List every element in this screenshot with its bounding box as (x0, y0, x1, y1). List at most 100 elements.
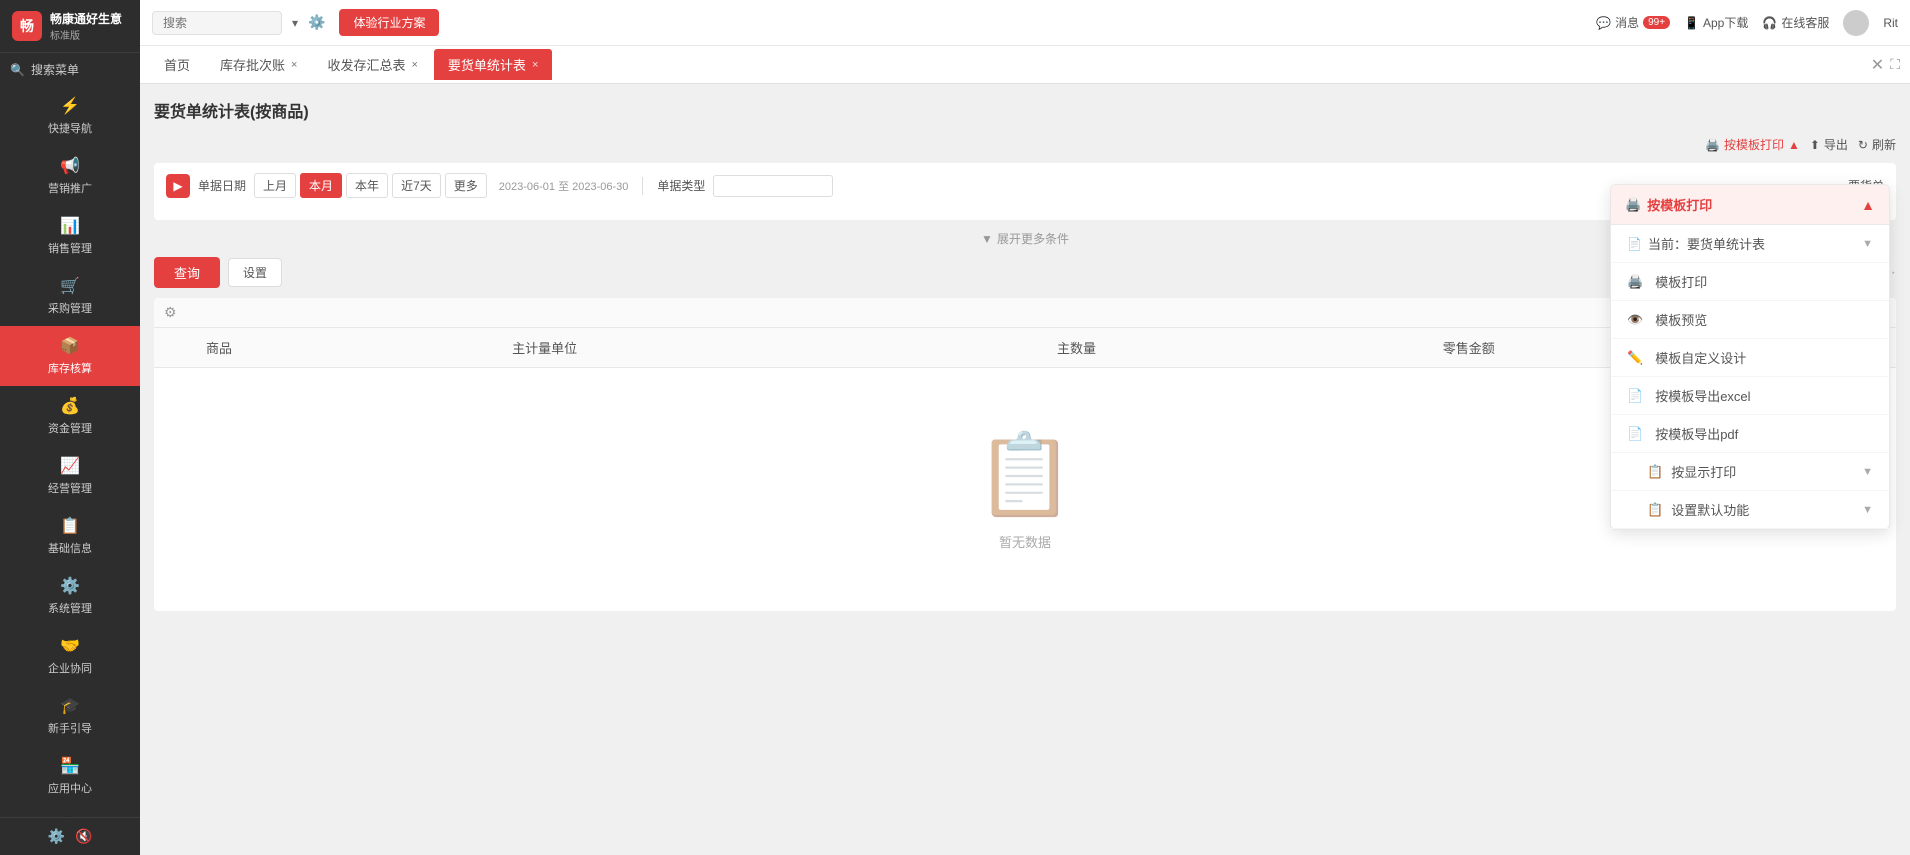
dropdown-current-item[interactable]: 📄 当前：要货单统计表 ▼ (1611, 225, 1889, 263)
appstore-icon: 🏪 (60, 756, 80, 776)
dropdown-subitem-inner: 📋 设置默认功能 (1647, 500, 1749, 519)
app-download-icon: 📱 (1684, 16, 1699, 30)
dropdown-item-label: 模板预览 (1655, 310, 1707, 329)
purchase-icon: 🛒 (60, 276, 80, 296)
date-btn-更多[interactable]: 更多 (445, 173, 487, 198)
settings-icon[interactable]: ⚙️ (48, 828, 65, 845)
topbar-dropdown-arrow[interactable]: ▾ (292, 16, 298, 30)
date-buttons-group: 上月本月本年近7天更多 (254, 173, 487, 198)
table-column-settings-icon[interactable]: ⚙ (164, 304, 177, 321)
app-logo-icon: 畅 (12, 11, 42, 41)
query-btn[interactable]: 查询 (154, 257, 220, 288)
refresh-btn[interactable]: ↻ 刷新 (1858, 136, 1896, 153)
tabs-bar: 首页库存批次账×收发存汇总表× 要货单统计表 × ✕ ⛶ (140, 46, 1910, 84)
sidebar-item-wechat[interactable]: 💬 企业微信 (0, 806, 140, 817)
sidebar-item-sales[interactable]: 📊 销售管理 (0, 206, 140, 266)
subitem-icon: 📋 (1647, 464, 1663, 480)
filter-expand-btn[interactable]: ▶ (166, 174, 190, 198)
tab-首页[interactable]: 首页 (150, 49, 204, 80)
date-btn-近7天[interactable]: 近7天 (392, 173, 441, 198)
dropdown-item-label: 模板打印 (1655, 272, 1707, 291)
sidebar-item-shortcut[interactable]: ⚡ 快捷导航 (0, 86, 140, 146)
sidebar-item-guide[interactable]: 🎓 新手引导 (0, 686, 140, 746)
dropdown-subitem-按显示打印[interactable]: 📋 按显示打印 ▼ (1611, 453, 1889, 491)
headset-icon: 🎧 (1762, 16, 1777, 30)
dropdown-item-按模板导出pdf[interactable]: 📄 按模板导出pdf (1611, 415, 1889, 453)
topbar-gear-icon[interactable]: ⚙️ (308, 14, 325, 31)
date-btn-上月[interactable]: 上月 (254, 173, 296, 198)
sidebar-item-label-collab: 企业协同 (48, 660, 92, 676)
content-area: 要货单统计表(按商品) 🖨️ 按模板打印 ▲ ⬆ 导出 ↻ 刷新 (140, 84, 1910, 855)
date-btn-本年[interactable]: 本年 (346, 173, 388, 198)
tab-close-icon[interactable]: × (411, 59, 417, 71)
dropdown-item-模板打印[interactable]: 🖨️ 模板打印 (1611, 263, 1889, 301)
topbar-experience-btn[interactable]: 体验行业方案 (339, 9, 439, 36)
date-btn-本月[interactable]: 本月 (300, 173, 342, 198)
dropdown-item-icon: 🖨️ (1627, 274, 1643, 290)
sidebar-item-finance[interactable]: 💰 资金管理 (0, 386, 140, 446)
dropdown-item-模板自定义设计[interactable]: ✏️ 模板自定义设计 (1611, 339, 1889, 377)
tab-close-icon[interactable]: × (532, 59, 538, 71)
subitem-icon: 📋 (1647, 502, 1663, 518)
dropdown-sub-items-list: 📋 按显示打印 ▼ 📋 设置默认功能 ▼ (1611, 453, 1889, 529)
tab-收发存汇总表[interactable]: 收发存汇总表× (313, 49, 431, 80)
filter-separator (642, 177, 643, 195)
online-service-label: 在线客服 (1781, 14, 1829, 31)
settings-btn[interactable]: 设置 (228, 258, 282, 287)
tab-label: 要货单统计表 (448, 55, 526, 74)
online-service-item[interactable]: 🎧 在线客服 (1762, 14, 1829, 31)
action-bar-right: 🖨️ 按模板打印 ▲ ⬆ 导出 ↻ 刷新 (1705, 136, 1896, 153)
export-btn[interactable]: ⬆ 导出 (1810, 136, 1848, 153)
topbar-search-input[interactable] (152, 11, 282, 35)
sidebar-item-basic[interactable]: 📋 基础信息 (0, 506, 140, 566)
finance-icon: 💰 (60, 396, 80, 416)
topbar-right: 💬 消息 99+ 📱 App下载 🎧 在线客服 Rit (1596, 10, 1898, 36)
sidebar-item-label-basic: 基础信息 (48, 540, 92, 556)
sidebar-item-collab[interactable]: 🤝 企业协同 (0, 626, 140, 686)
sidebar-item-system[interactable]: ⚙️ 系统管理 (0, 566, 140, 626)
dropdown-current-inner: 📄 当前：要货单统计表 (1627, 234, 1765, 253)
dropdown-item-模板预览[interactable]: 👁️ 模板预览 (1611, 301, 1889, 339)
export-icon: ⬆ (1810, 138, 1820, 152)
user-name: Rit (1883, 16, 1898, 30)
basic-icon: 📋 (60, 516, 80, 536)
sidebar-item-appstore[interactable]: 🏪 应用中心 (0, 746, 140, 806)
sidebar-item-label-inventory: 库存核算 (48, 360, 92, 376)
tab-库存批次账[interactable]: 库存批次账× (206, 49, 311, 80)
avatar[interactable] (1843, 10, 1869, 36)
sidebar-logo: 畅 畅康通好生意 标准版 (0, 0, 140, 53)
shortcut-icon: ⚡ (60, 96, 80, 116)
sidebar-item-marketing[interactable]: 📢 营销推广 (0, 146, 140, 206)
sidebar-item-label-purchase: 采购管理 (48, 300, 92, 316)
dropdown-header: 🖨️ 按模板打印 ▲ (1611, 185, 1889, 225)
sidebar-item-operation[interactable]: 📈 经营管理 (0, 446, 140, 506)
app-download-item[interactable]: 📱 App下载 (1684, 14, 1748, 31)
col-主计量单位: 主计量单位 (500, 328, 1045, 368)
tab-close-icon[interactable]: × (291, 59, 297, 71)
dropdown-item-按模板导出excel[interactable]: 📄 按模板导出excel (1611, 377, 1889, 415)
dropdown-subitem-设置默认功能[interactable]: 📋 设置默认功能 ▼ (1611, 491, 1889, 529)
print-menu-icon: 🖨️ (1625, 197, 1641, 213)
message-item[interactable]: 💬 消息 99+ (1596, 14, 1670, 31)
message-badge: 99+ (1643, 16, 1670, 29)
sidebar-search[interactable]: 🔍 搜索菜单 (0, 53, 140, 86)
sidebar-item-purchase[interactable]: 🛒 采购管理 (0, 266, 140, 326)
tab-要货单统计表[interactable]: 要货单统计表 × (434, 49, 552, 80)
tabs-expand-btn[interactable]: ⛶ (1890, 55, 1900, 75)
filter-type-select[interactable] (713, 175, 833, 197)
print-template-btn[interactable]: 🖨️ 按模板打印 ▲ (1705, 136, 1800, 153)
subitem-arrow: ▼ (1862, 504, 1873, 516)
subitem-label: 按显示打印 (1671, 462, 1736, 481)
expand-more-btn[interactable]: ▼ 展开更多条件 (981, 230, 1069, 247)
filter-type-select-wrapper (713, 175, 833, 197)
inventory-icon: 📦 (60, 336, 80, 356)
sidebar-menu: ⚡ 快捷导航📢 营销推广📊 销售管理🛒 采购管理📦 库存核算💰 资金管理📈 经营… (0, 86, 140, 817)
search-icon: 🔍 (10, 63, 25, 77)
mute-icon[interactable]: 🔇 (75, 828, 92, 845)
sales-icon: 📊 (60, 216, 80, 236)
dropdown-close-btn[interactable]: ▲ (1861, 197, 1875, 213)
col-settings (154, 328, 194, 368)
tabs-close-btn[interactable]: ✕ (1871, 55, 1884, 75)
sidebar-item-inventory[interactable]: 📦 库存核算 (0, 326, 140, 386)
refresh-label: 刷新 (1872, 136, 1896, 153)
